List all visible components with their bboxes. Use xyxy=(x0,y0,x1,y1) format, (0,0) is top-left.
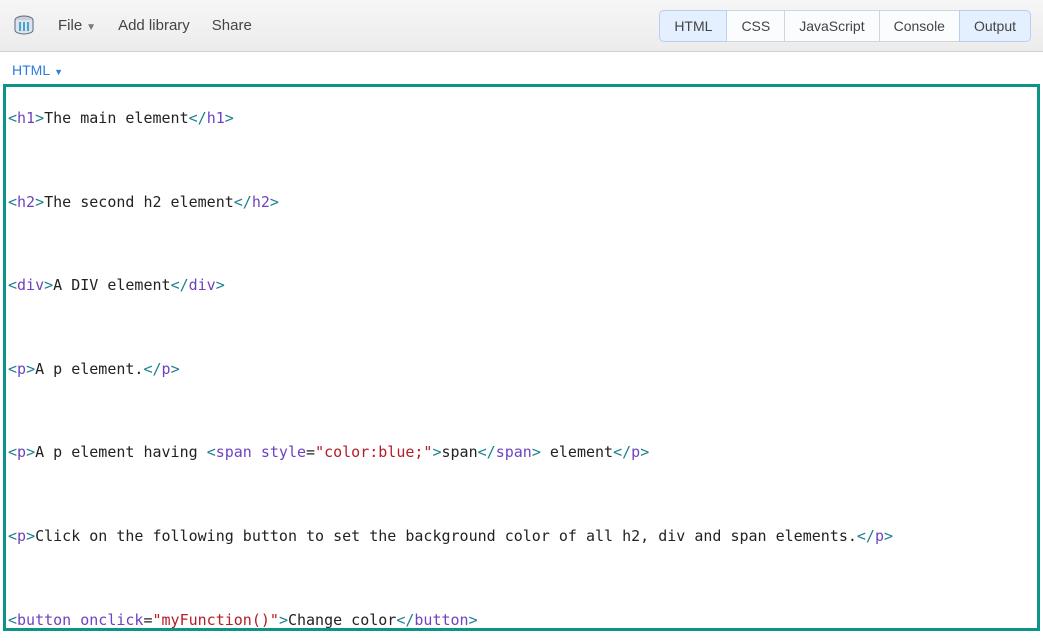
jsbin-logo-icon xyxy=(12,13,36,39)
top-toolbar: File ▼ Add library Share HTML CSS JavaScr… xyxy=(0,0,1043,52)
chevron-down-icon: ▼ xyxy=(86,22,96,33)
file-menu[interactable]: File ▼ xyxy=(58,17,96,34)
panel-toggle-html[interactable]: HTML xyxy=(659,10,727,42)
editor-language-tab[interactable]: HTML ▼ xyxy=(12,62,63,78)
editor-tabbar: HTML ▼ xyxy=(0,52,1043,84)
code-editor-frame: <h1>The main element</h1> <h2>The second… xyxy=(3,84,1040,631)
file-menu-label: File xyxy=(58,17,82,34)
panel-toggle-console[interactable]: Console xyxy=(879,10,960,42)
share-button[interactable]: Share xyxy=(212,17,252,34)
panel-toggle-css[interactable]: CSS xyxy=(726,10,785,42)
add-library-button[interactable]: Add library xyxy=(118,17,190,34)
code-editor[interactable]: <h1>The main element</h1> <h2>The second… xyxy=(6,87,1037,631)
editor-language-label: HTML xyxy=(12,62,50,78)
panel-toggle-javascript[interactable]: JavaScript xyxy=(784,10,879,42)
panel-toggle-group: HTML CSS JavaScript Console Output xyxy=(659,10,1031,42)
panel-toggle-output[interactable]: Output xyxy=(959,10,1031,42)
chevron-down-icon: ▼ xyxy=(54,67,63,77)
